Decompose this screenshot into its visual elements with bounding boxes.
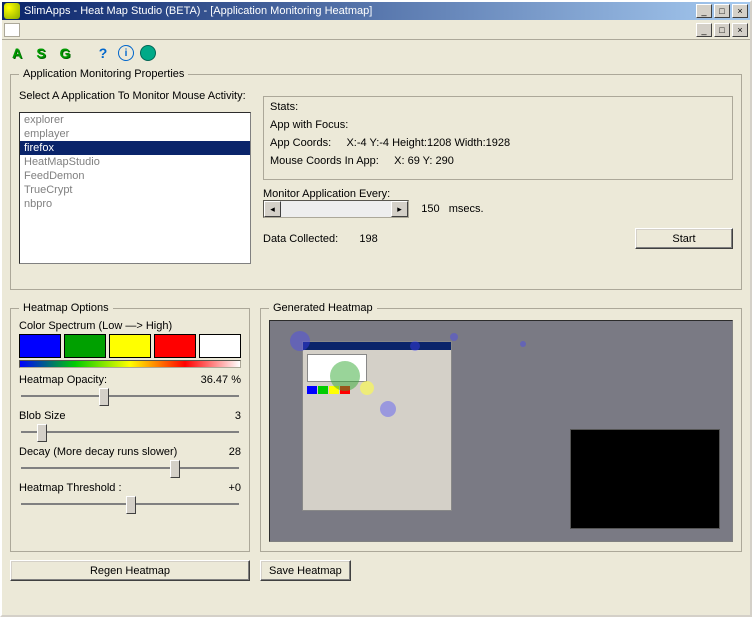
threshold-value: +0 xyxy=(228,482,241,494)
app-with-focus-label: App with Focus: xyxy=(270,119,726,131)
decay-label: Decay (More decay runs slower) xyxy=(19,446,177,458)
mouse-coords-label: Mouse Coords In App: xyxy=(270,155,379,167)
toolbar: A S G ? i xyxy=(2,40,750,66)
opacity-slider[interactable] xyxy=(19,386,241,406)
info-icon[interactable]: i xyxy=(118,45,134,61)
main-window: SlimApps - Heat Map Studio (BETA) - [App… xyxy=(0,0,752,617)
scroll-right-icon[interactable]: ▸ xyxy=(391,201,408,217)
data-collected-label: Data Collected: xyxy=(263,233,338,245)
blob-size-label: Blob Size xyxy=(19,410,65,422)
maximize-button[interactable]: □ xyxy=(714,4,730,18)
stats-group: Stats: App with Focus: App Coords: X:-4 … xyxy=(263,96,733,180)
heatmap-options-group: Heatmap Options Color Spectrum (Low —> H… xyxy=(10,302,250,552)
scroll-left-icon[interactable]: ◂ xyxy=(264,201,281,217)
toolbar-s-icon[interactable]: S xyxy=(32,44,50,62)
blob-size-value: 3 xyxy=(235,410,241,422)
data-collected-value: 198 xyxy=(359,233,377,245)
toolbar-g-icon[interactable]: G xyxy=(56,44,74,62)
mouse-coords-value: X: 69 Y: 290 xyxy=(394,155,454,167)
globe-icon[interactable] xyxy=(140,45,156,61)
blob-size-slider[interactable] xyxy=(19,422,241,442)
titlebar[interactable]: SlimApps - Heat Map Studio (BETA) - [App… xyxy=(2,2,750,20)
mdi-child-icon[interactable] xyxy=(4,23,20,37)
opacity-label: Heatmap Opacity: xyxy=(19,374,107,386)
window-title: SlimApps - Heat Map Studio (BETA) - [App… xyxy=(24,5,694,17)
stats-legend: Stats: xyxy=(270,101,726,113)
monitor-every-label: Monitor Application Every: xyxy=(263,188,390,200)
color-swatch[interactable] xyxy=(199,334,241,358)
scroll-track[interactable] xyxy=(281,201,391,217)
application-listbox[interactable]: exploreremplayerfirefoxHeatMapStudioFeed… xyxy=(19,112,251,264)
save-heatmap-button[interactable]: Save Heatmap xyxy=(260,560,351,581)
close-button[interactable]: × xyxy=(732,4,748,18)
mdi-bar: _ □ × xyxy=(2,20,750,40)
mdi-minimize-button[interactable]: _ xyxy=(696,23,712,37)
monitoring-properties-group: Application Monitoring Properties Select… xyxy=(10,68,742,290)
heatmap-preview xyxy=(269,320,733,542)
heatmap-options-legend: Heatmap Options xyxy=(19,302,113,314)
color-swatch[interactable] xyxy=(154,334,196,358)
app-list-item[interactable]: explorer xyxy=(20,113,250,127)
help-icon[interactable]: ? xyxy=(94,44,112,62)
monitor-interval-value: 150 xyxy=(421,203,439,215)
monitoring-properties-legend: Application Monitoring Properties xyxy=(19,68,188,80)
app-list-item[interactable]: HeatMapStudio xyxy=(20,155,250,169)
color-swatch[interactable] xyxy=(64,334,106,358)
app-list-item[interactable]: firefox xyxy=(20,141,250,155)
app-list-item[interactable]: emplayer xyxy=(20,127,250,141)
generated-heatmap-group: Generated Heatmap xyxy=(260,302,742,552)
mdi-close-button[interactable]: × xyxy=(732,23,748,37)
spectrum-gradient xyxy=(19,360,241,368)
minimize-button[interactable]: _ xyxy=(696,4,712,18)
threshold-slider[interactable] xyxy=(19,494,241,514)
spectrum-swatches xyxy=(19,334,241,358)
threshold-label: Heatmap Threshold : xyxy=(19,482,122,494)
preview-window xyxy=(302,341,452,511)
color-swatch[interactable] xyxy=(109,334,151,358)
monitor-interval-unit: msecs. xyxy=(449,203,484,215)
app-list-item[interactable]: TrueCrypt xyxy=(20,183,250,197)
opacity-value: 36.47 % xyxy=(201,374,241,386)
app-coords-value: X:-4 Y:-4 Height:1208 Width:1928 xyxy=(346,137,510,149)
monitor-interval-scrollbar[interactable]: ◂ ▸ xyxy=(263,200,409,218)
app-coords-label: App Coords: xyxy=(270,137,331,149)
toolbar-a-icon[interactable]: A xyxy=(8,44,26,62)
app-list-item[interactable]: nbpro xyxy=(20,197,250,211)
app-list-item[interactable]: FeedDemon xyxy=(20,169,250,183)
app-icon xyxy=(4,3,20,19)
color-spectrum-label: Color Spectrum (Low —> High) xyxy=(19,320,241,332)
start-button[interactable]: Start xyxy=(635,228,733,249)
decay-value: 28 xyxy=(229,446,241,458)
preview-secondary-window xyxy=(570,429,720,529)
color-swatch[interactable] xyxy=(19,334,61,358)
mdi-maximize-button[interactable]: □ xyxy=(714,23,730,37)
regen-heatmap-button[interactable]: Regen Heatmap xyxy=(10,560,250,581)
generated-heatmap-legend: Generated Heatmap xyxy=(269,302,377,314)
decay-slider[interactable] xyxy=(19,458,241,478)
